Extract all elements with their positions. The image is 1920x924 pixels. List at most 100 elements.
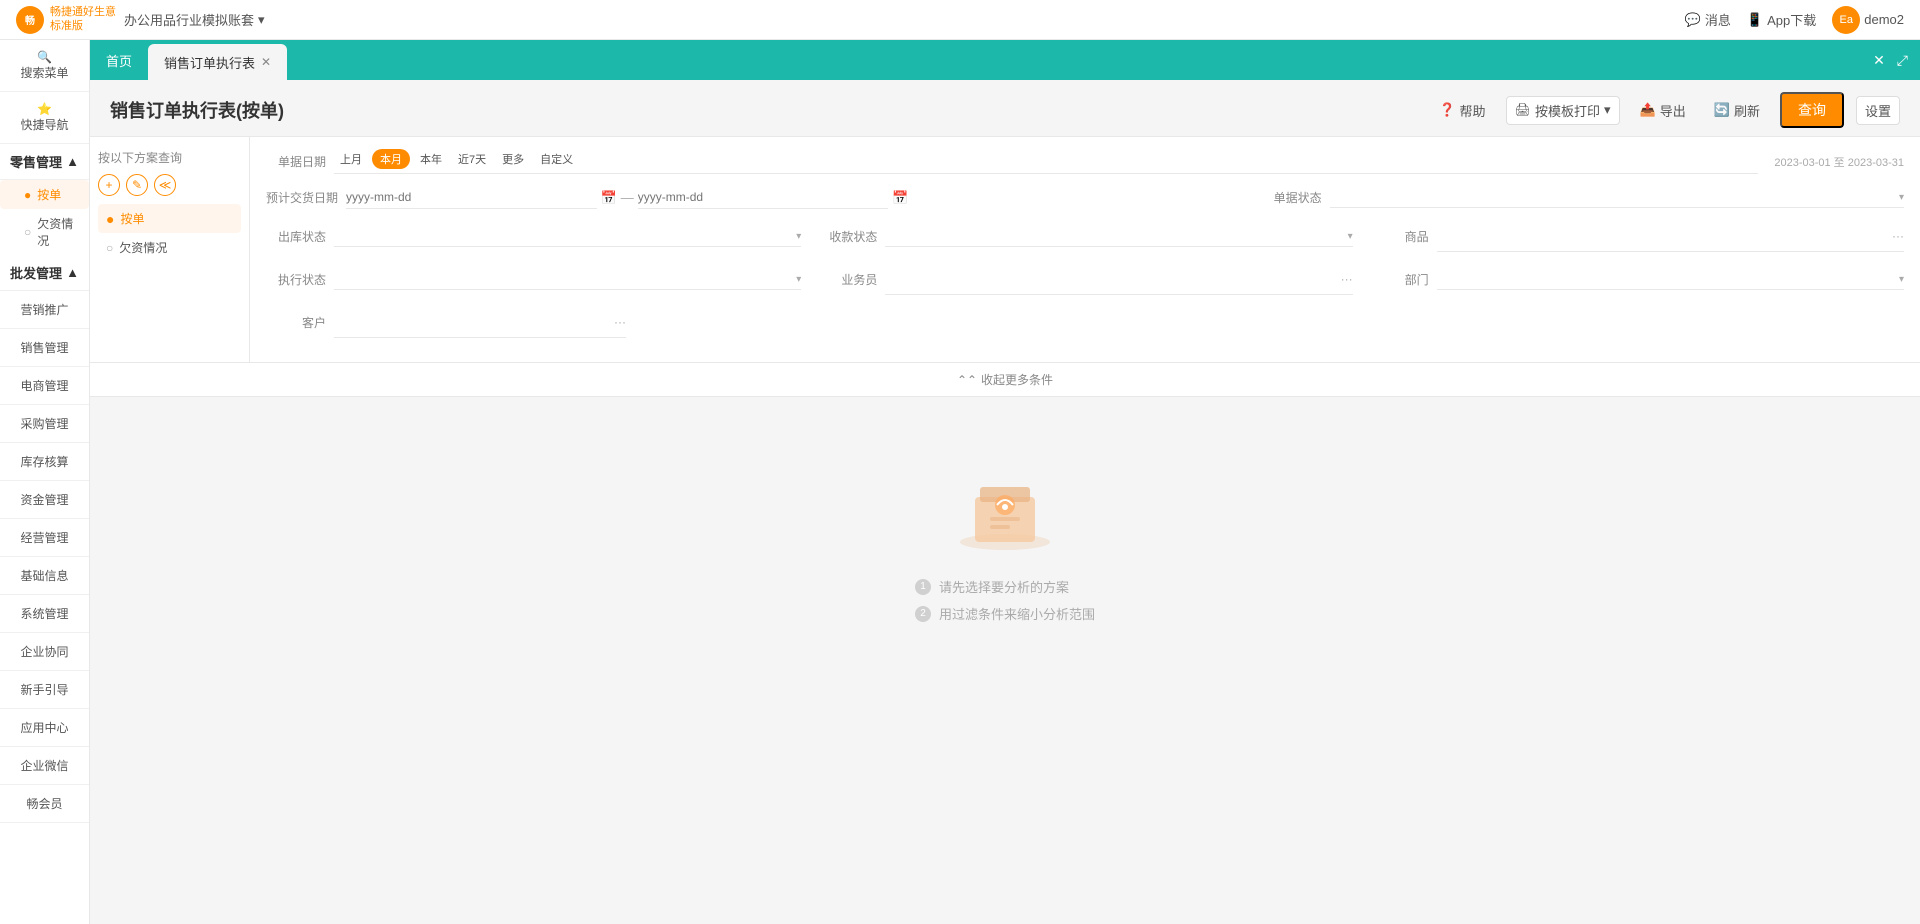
dept-field: 部门 ▾ — [1369, 270, 1904, 290]
sidebar-item-appcenter[interactable]: 应用中心 — [0, 709, 89, 747]
help-button[interactable]: ❓ 帮助 — [1431, 97, 1493, 124]
refresh-button[interactable]: 🔄 刷新 — [1706, 97, 1768, 124]
add-scheme-button[interactable]: + — [98, 174, 120, 196]
date-more[interactable]: 更多 — [496, 149, 530, 169]
date-7days[interactable]: 近7天 — [452, 149, 492, 169]
sidebar-item-purchase[interactable]: 采购管理 — [0, 405, 89, 443]
sidebar-item-finance[interactable]: 资金管理 — [0, 481, 89, 519]
print-button[interactable]: 🖨 按模板打印 ▾ — [1506, 96, 1620, 125]
tab-bar-actions: ✕ ⤢ — [1869, 48, 1920, 73]
export-button[interactable]: 📤 导出 — [1632, 97, 1694, 124]
print-chevron-icon: ▾ — [1604, 102, 1611, 118]
customer-input-box: ··· — [334, 307, 626, 338]
sidebar-item-operations[interactable]: 经营管理 — [0, 519, 89, 557]
scheme-item-order[interactable]: ● 按单 — [98, 204, 241, 233]
circle-outline-icon: ○ — [24, 225, 31, 239]
tab-close-icon[interactable]: ✕ — [261, 55, 271, 69]
message-action[interactable]: 💬 消息 — [1685, 10, 1731, 29]
step-num-1: 1 — [915, 579, 931, 595]
filter-row-3: 出库状态 ▾ 收款状态 ▾ — [266, 221, 1904, 252]
collapse-scheme-button[interactable]: ≪ — [154, 174, 176, 196]
collapse-up-icon: ⌃⌃ — [957, 373, 977, 387]
salesman-field: 业务员 ··· — [817, 264, 1352, 295]
inactive-scheme-icon: ○ — [106, 241, 113, 255]
sidebar-sub-item-order[interactable]: ● 按单 — [0, 180, 89, 209]
settings-button[interactable]: 设置 — [1856, 96, 1900, 125]
salesman-input[interactable] — [885, 268, 1340, 290]
sidebar-item-guide[interactable]: 新手引导 — [0, 671, 89, 709]
goods-input-box: ··· — [1437, 221, 1904, 252]
customer-more-icon[interactable]: ··· — [614, 315, 626, 329]
exec-status-select[interactable]: ▾ — [334, 270, 801, 290]
sidebar-item-inventory[interactable]: 库存核算 — [0, 443, 89, 481]
sidebar-item-ecommerce[interactable]: 电商管理 — [0, 367, 89, 405]
filter-row-1: 单据日期 上月 本月 本年 近7天 更多 自定义 — [266, 149, 1904, 174]
tab-sales-order[interactable]: 销售订单执行表 ✕ — [148, 44, 287, 80]
goods-input[interactable] — [1437, 225, 1892, 247]
header-right: 💬 消息 📱 App下载 Ea demo2 — [1685, 6, 1904, 34]
filter-panel: 按以下方案查询 + ✎ ≪ — [90, 136, 1920, 397]
chevron-down-icon: ▾ — [258, 12, 265, 28]
sidebar-item-basic[interactable]: 基础信息 — [0, 557, 89, 595]
main-layout: 🔍 搜索菜单 ⭐ 快捷导航 零售管理 ▲ ● 按单 ○ 欠资情况 批发管理 ▲ … — [0, 40, 1920, 924]
chevron-down-icon: ▲ — [66, 265, 79, 280]
salesman-input-box: ··· — [885, 264, 1352, 295]
sidebar-item-retail[interactable]: 零售管理 ▲ — [0, 144, 89, 180]
sidebar-item-wechat[interactable]: 企业微信 — [0, 747, 89, 785]
calendar-to-icon[interactable]: 📅 — [892, 190, 908, 206]
calendar-from-icon[interactable]: 📅 — [601, 190, 617, 206]
circle-icon: ● — [24, 188, 31, 202]
page-content: 销售订单执行表(按单) ❓ 帮助 🖨 按模板打印 ▾ 📤 导出 — [90, 80, 1920, 924]
content-area: 首页 销售订单执行表 ✕ ✕ ⤢ 销售订单执行表(按单) ❓ 帮助 — [90, 40, 1920, 924]
filter-sidebar-actions: + ✎ ≪ — [98, 174, 241, 196]
search-button[interactable]: 查询 — [1780, 92, 1844, 128]
expected-date-from-input[interactable] — [346, 186, 597, 209]
page-actions: ❓ 帮助 🖨 按模板打印 ▾ 📤 导出 🔄 刷新 — [1431, 92, 1900, 128]
tab-home[interactable]: 首页 — [90, 40, 148, 80]
sidebar-item-nav[interactable]: ⭐ 快捷导航 — [0, 92, 89, 144]
sidebar-item-search[interactable]: 🔍 搜索菜单 — [0, 40, 89, 92]
date-range-inputs: 📅 — 📅 — [346, 186, 908, 209]
sidebar-item-marketing[interactable]: 营销推广 — [0, 291, 89, 329]
date-custom[interactable]: 自定义 — [534, 149, 579, 169]
date-last-month[interactable]: 上月 — [334, 149, 368, 169]
tab-close-all-icon[interactable]: ✕ — [1869, 48, 1889, 73]
filter-row-4: 执行状态 ▾ 业务员 ··· — [266, 264, 1904, 295]
sidebar-item-member[interactable]: 畅会员 — [0, 785, 89, 823]
salesman-more-icon[interactable]: ··· — [1341, 272, 1353, 286]
tab-bar: 首页 销售订单执行表 ✕ ✕ ⤢ — [90, 40, 1920, 80]
customer-input[interactable] — [334, 311, 614, 333]
header-left: 畅 畅捷通好生意 标准版 办公用品行业模拟账套 ▾ — [16, 6, 265, 34]
pay-status-select[interactable]: ▾ — [885, 227, 1352, 247]
expected-date-to-input[interactable] — [638, 186, 889, 209]
edit-scheme-button[interactable]: ✎ — [126, 174, 148, 196]
sidebar-item-enterprise[interactable]: 企业协同 — [0, 633, 89, 671]
doc-status-label: 单据状态 — [1262, 189, 1322, 206]
dept-label: 部门 — [1369, 271, 1429, 288]
scheme-item-debt[interactable]: ○ 欠资情况 — [98, 233, 241, 262]
goods-more-icon[interactable]: ··· — [1892, 229, 1904, 243]
app-download-action[interactable]: 📱 App下载 — [1747, 10, 1816, 29]
empty-step-1: 1 请先选择要分析的方案 — [915, 577, 1069, 596]
ship-status-select[interactable]: ▾ — [334, 227, 801, 247]
user-action[interactable]: Ea demo2 — [1832, 6, 1904, 34]
salesman-label: 业务员 — [817, 271, 877, 288]
date-this-month[interactable]: 本月 — [372, 149, 410, 169]
tab-expand-icon[interactable]: ⤢ — [1893, 48, 1912, 73]
app-selector[interactable]: 办公用品行业模拟账套 ▾ — [124, 10, 265, 29]
date-this-year[interactable]: 本年 — [414, 149, 448, 169]
sidebar-item-wholesale[interactable]: 批发管理 ▲ — [0, 255, 89, 291]
sidebar-item-sales[interactable]: 销售管理 — [0, 329, 89, 367]
step-num-2: 2 — [915, 606, 931, 622]
collapse-button[interactable]: ⌃⌃ 收起更多条件 — [945, 369, 1065, 390]
dept-select[interactable]: ▾ — [1437, 270, 1904, 290]
search-icon: 🔍 — [37, 50, 52, 64]
chevron-up-icon: ▲ — [66, 154, 79, 169]
doc-status-select[interactable]: ▾ — [1330, 188, 1904, 208]
logo-text: 畅捷通好生意 标准版 — [50, 6, 116, 32]
filter-row-5: 客户 ··· — [266, 307, 1904, 338]
avatar: Ea — [1832, 6, 1860, 34]
date-range-text: 2023-03-01 至 2023-03-31 — [1774, 154, 1904, 170]
sidebar-sub-item-debt[interactable]: ○ 欠资情况 — [0, 209, 89, 255]
sidebar-item-system[interactable]: 系统管理 — [0, 595, 89, 633]
